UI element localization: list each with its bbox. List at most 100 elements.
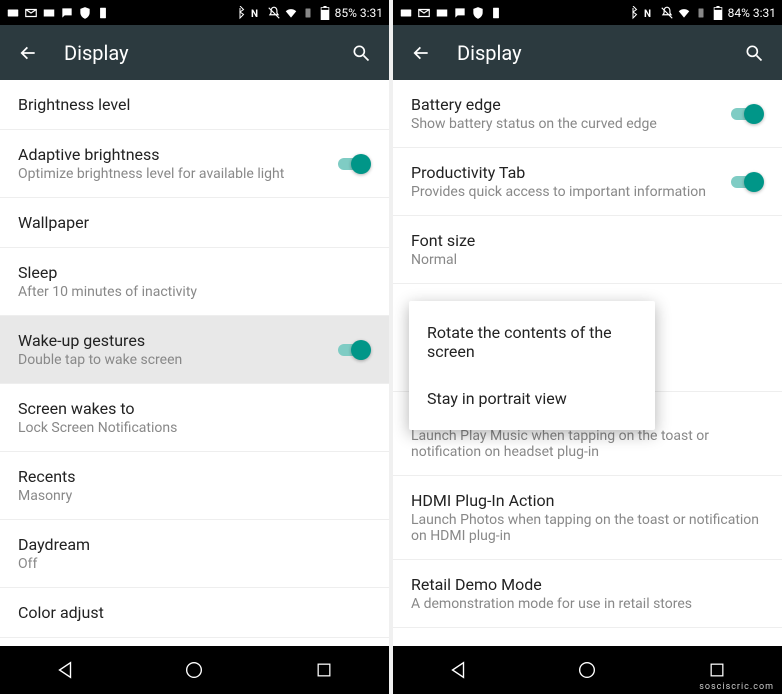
popup-option-portrait[interactable]: Stay in portrait view xyxy=(409,375,655,422)
phone-right: N 84% 3:31 Display Battery edge Show batt… xyxy=(393,0,782,694)
setting-title: Recents xyxy=(18,467,371,486)
setting-row[interactable]: Brightness level xyxy=(0,80,389,130)
toggle-switch[interactable] xyxy=(335,154,371,174)
message-icon xyxy=(60,6,74,20)
setting-row[interactable]: Retail Demo Mode A demonstration mode for… xyxy=(393,560,782,628)
setting-subtitle: Double tap to wake screen xyxy=(18,352,335,368)
setting-subtitle: Normal xyxy=(411,252,764,268)
nav-recent-icon xyxy=(707,660,727,680)
setting-text: Retail Demo Mode A demonstration mode for… xyxy=(411,575,764,612)
navigation-bar xyxy=(0,646,389,694)
search-button[interactable] xyxy=(349,41,373,65)
back-button[interactable] xyxy=(16,41,40,65)
nav-back-button[interactable] xyxy=(35,650,95,690)
setting-subtitle: Off xyxy=(18,556,371,572)
toggle-switch[interactable] xyxy=(728,104,764,124)
setting-title: Screen wakes to xyxy=(18,399,371,418)
toggle-switch[interactable] xyxy=(728,172,764,192)
setting-text: HDMI Plug-In Action Launch Photos when ta… xyxy=(411,491,764,544)
nav-home-icon xyxy=(183,659,205,681)
setting-title: HDMI Plug-In Action xyxy=(411,491,764,510)
nfc-icon: N xyxy=(643,6,657,20)
setting-subtitle: Launch Play Music when tapping on the to… xyxy=(411,428,764,460)
setting-subtitle: Launch Photos when tapping on the toast … xyxy=(411,512,764,544)
setting-subtitle: Lock Screen Notifications xyxy=(18,420,371,436)
bluetooth-icon xyxy=(626,6,640,20)
setting-title: Brightness level xyxy=(18,95,371,114)
setting-row[interactable]: Color adjust xyxy=(0,588,389,638)
nav-back-icon xyxy=(447,659,469,681)
setting-text: Battery edge Show battery status on the c… xyxy=(411,95,728,132)
setting-title: Sleep xyxy=(18,263,371,282)
gmail-icon xyxy=(24,6,38,20)
settings-list[interactable]: Brightness level Adaptive brightness Optim… xyxy=(0,80,389,646)
back-button[interactable] xyxy=(409,41,433,65)
battery-icon xyxy=(318,6,332,20)
arrow-back-icon xyxy=(411,43,431,63)
setting-row[interactable]: Recents Masonry xyxy=(0,452,389,520)
bbm-icon xyxy=(6,6,20,20)
setting-subtitle: Provides quick access to important infor… xyxy=(411,184,728,200)
svg-text:N: N xyxy=(644,9,651,20)
setting-title: Retail Demo Mode xyxy=(411,575,764,594)
setting-row[interactable]: Adaptive brightness Optimize brightness l… xyxy=(0,130,389,198)
page-title: Display xyxy=(64,41,349,65)
setting-row[interactable]: Daydream Off xyxy=(0,520,389,588)
popup-option-rotate[interactable]: Rotate the contents of the screen xyxy=(409,309,655,375)
setting-title: Daydream xyxy=(18,535,371,554)
setting-row[interactable]: Battery edge Show battery status on the c… xyxy=(393,80,782,148)
nav-home-icon xyxy=(576,659,598,681)
setting-text: Recents Masonry xyxy=(18,467,371,504)
nav-home-button[interactable] xyxy=(164,650,224,690)
shield-icon xyxy=(471,6,485,20)
setting-title: Wallpaper xyxy=(18,213,371,232)
setting-subtitle: Optimize brightness level for available … xyxy=(18,166,335,182)
sim-icon xyxy=(96,6,110,20)
page-title: Display xyxy=(457,41,742,65)
setting-row[interactable]: HDMI Plug-In Action Launch Photos when ta… xyxy=(393,476,782,560)
setting-row[interactable]: Font size Normal xyxy=(393,216,782,284)
toggle-switch[interactable] xyxy=(335,340,371,360)
wifi-icon xyxy=(677,6,691,20)
nav-back-button[interactable] xyxy=(428,650,488,690)
nav-home-button[interactable] xyxy=(557,650,617,690)
setting-title: Adaptive brightness xyxy=(18,145,335,164)
search-button[interactable] xyxy=(742,41,766,65)
setting-title: Battery edge xyxy=(411,95,728,114)
sim-icon xyxy=(489,6,503,20)
setting-subtitle: Show battery status on the curved edge xyxy=(411,116,728,132)
message-icon xyxy=(453,6,467,20)
svg-text:N: N xyxy=(251,9,258,20)
watermark: sosciscric.com xyxy=(699,682,774,692)
no-sim-icon xyxy=(694,6,708,20)
status-bar: N 84% 3:31 xyxy=(393,0,782,25)
battery-icon xyxy=(711,6,725,20)
no-sim-icon xyxy=(301,6,315,20)
bbm-icon xyxy=(399,6,413,20)
setting-subtitle: Masonry xyxy=(18,488,371,504)
setting-row[interactable]: Wake-up gesturesDouble tap to wake scree… xyxy=(0,316,389,384)
battery-percent: 84% xyxy=(728,6,750,20)
nav-back-icon xyxy=(54,659,76,681)
setting-row[interactable]: Screen wakes to Lock Screen Notifications xyxy=(0,384,389,452)
phone-left: N 85% 3:31 Display Brightness levelAdapt… xyxy=(0,0,389,694)
setting-text: Wallpaper xyxy=(18,213,371,232)
setting-text: Adaptive brightness Optimize brightness l… xyxy=(18,145,335,182)
settings-list[interactable]: Battery edge Show battery status on the c… xyxy=(393,80,782,646)
status-right-icons: N 84% 3:31 xyxy=(626,6,776,20)
setting-title: Font size xyxy=(411,231,764,250)
app-header: Display xyxy=(393,25,782,80)
arrow-back-icon xyxy=(18,43,38,63)
setting-row[interactable]: Productivity TabProvides quick access to… xyxy=(393,148,782,216)
setting-subtitle: A demonstration mode for use in retail s… xyxy=(411,596,764,612)
mute-icon xyxy=(660,6,674,20)
search-icon xyxy=(744,43,764,63)
setting-row[interactable]: Wallpaper xyxy=(0,198,389,248)
nav-recent-icon xyxy=(314,660,334,680)
setting-text: Wake-up gesturesDouble tap to wake scree… xyxy=(18,331,335,368)
nav-recent-button[interactable] xyxy=(294,650,354,690)
mute-icon xyxy=(267,6,281,20)
setting-row[interactable]: SleepAfter 10 minutes of inactivity xyxy=(0,248,389,316)
setting-text: Font size Normal xyxy=(411,231,764,268)
email-icon xyxy=(42,6,56,20)
